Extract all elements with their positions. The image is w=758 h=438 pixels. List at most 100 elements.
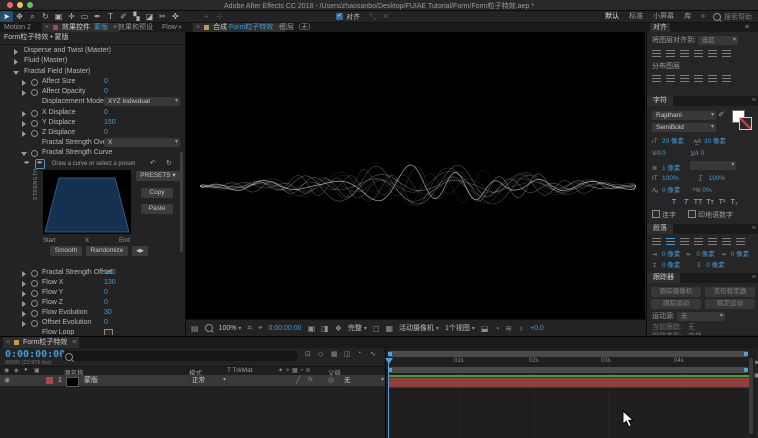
flip-button[interactable]: ◀▶ (132, 246, 148, 256)
property-value[interactable]: 150 (104, 118, 116, 128)
show-snapshot-icon[interactable]: ◨ (321, 324, 329, 333)
align-bottom-icon[interactable] (722, 49, 731, 57)
align-right-icon[interactable] (680, 49, 689, 57)
distribute-right-icon[interactable] (722, 74, 731, 82)
view-layout-dropdown[interactable]: 1个视图 ▾ (445, 323, 475, 333)
property-value[interactable]: 0 (104, 108, 108, 118)
stroke-width-value[interactable]: 1 像素 (662, 165, 680, 172)
tsume-value[interactable]: 0% (702, 187, 711, 194)
brush-tool-icon[interactable]: ✐ (117, 11, 130, 22)
displacement-mode-dropdown[interactable]: XYZ Individual ▾ (104, 97, 180, 106)
small-caps-button[interactable]: Tᴛ (704, 198, 716, 208)
layer-duration-bar[interactable] (388, 377, 749, 388)
mask-visibility-icon[interactable]: ⌖ (258, 323, 263, 333)
close-tab-icon[interactable]: × (6, 339, 10, 346)
effect-group-row[interactable]: Fractal Field (Master) (0, 67, 185, 77)
draft-3d-icon[interactable]: ◇ (318, 350, 323, 358)
twirl-open-icon[interactable] (21, 152, 27, 156)
twirl-icon[interactable] (22, 111, 26, 117)
stopwatch-icon[interactable] (31, 120, 38, 127)
comp-mini-flowchart-icon[interactable]: ⊡ (305, 350, 311, 358)
pen-icon[interactable]: ✒ (24, 159, 30, 169)
space-before-value[interactable]: 0 像素 (662, 262, 680, 269)
align-to-dropdown[interactable]: 选区 ▾ (697, 36, 738, 45)
tracking-value[interactable]: 0 (701, 150, 705, 157)
fractal-strength-curve-graph[interactable] (43, 170, 131, 234)
property-value[interactable]: 0 (104, 298, 108, 308)
leading-value[interactable]: 30 像素 (704, 138, 726, 145)
layer-label-color[interactable] (46, 377, 53, 384)
layer-parent-dropdown[interactable]: 无 ▾ (340, 376, 386, 385)
stopwatch-icon[interactable] (31, 310, 38, 317)
horizontal-scale-value[interactable]: 100% (709, 175, 726, 182)
align-left-icon[interactable] (652, 49, 661, 57)
workspace-overflow[interactable]: » (696, 11, 710, 22)
twirl-icon[interactable] (14, 59, 18, 65)
pixel-aspect-icon[interactable]: ⬓ (481, 324, 489, 333)
roto-brush-tool-icon[interactable]: ✂ (156, 11, 169, 22)
choose-grid-icon[interactable]: ⌗ (247, 323, 252, 333)
track-motion-button[interactable]: 跟踪运动 (651, 299, 701, 309)
twirl-icon[interactable] (22, 321, 26, 327)
comp-marker-bin-icon[interactable]: ⚑ (754, 360, 758, 367)
layer-quality-switch-icon[interactable]: ╱ (296, 375, 300, 386)
viewer-timecode[interactable]: 0:00:00:00 (268, 325, 301, 332)
fast-previews-icon[interactable]: ◔ (494, 324, 499, 333)
all-caps-button[interactable]: TT (692, 198, 704, 208)
justify-last-center-icon[interactable] (708, 237, 717, 245)
align-top-icon[interactable] (694, 49, 703, 57)
align-panel-menu-icon[interactable]: ≡ (745, 23, 749, 32)
paragraph-panel-tab[interactable]: 段落 ≡ (647, 224, 758, 234)
motion-blur-icon[interactable]: ◔ (357, 350, 361, 357)
search-help-input[interactable]: 搜索帮助 (724, 12, 752, 22)
twirl-icon[interactable] (14, 49, 18, 55)
navigator-start-handle[interactable] (388, 352, 392, 356)
workspace-tab-small-screen[interactable]: 小屏幕 (648, 11, 679, 22)
snap-option2-icon[interactable]: ✕ (379, 11, 392, 22)
trkmat-header[interactable]: T TrkMat (227, 367, 253, 374)
align-text-left-icon[interactable] (652, 237, 661, 245)
search-icon[interactable] (713, 12, 721, 21)
twirl-icon[interactable] (22, 291, 26, 297)
hand-tool-icon[interactable]: ✥ (13, 11, 26, 22)
faux-bold-button[interactable]: T (668, 198, 680, 208)
pan-behind-tool-icon[interactable]: ✛ (65, 11, 78, 22)
workspace-tab-libraries[interactable]: 库 (679, 11, 696, 22)
effect-group-row[interactable]: Disperse and Twist (Master) (0, 46, 185, 56)
panel-menu-icon[interactable]: ≡ (752, 96, 756, 106)
current-time-display[interactable]: 0:00:00:00 (5, 349, 65, 360)
smooth-button[interactable]: Smooth (50, 246, 82, 256)
effect-group-row[interactable]: Fluid (Master) (0, 56, 185, 66)
twirl-icon[interactable] (22, 281, 26, 287)
property-value[interactable]: 30 (104, 308, 112, 318)
indent-first-value[interactable]: 0 像素 (696, 251, 714, 258)
font-size-value[interactable]: 20 像素 (662, 138, 684, 145)
reset-icon[interactable]: ↻ (166, 159, 172, 169)
tab-composition[interactable]: × 合成 Form粒子特效 ≡ (193, 23, 286, 32)
align-center-v-icon[interactable] (708, 49, 717, 57)
justify-last-right-icon[interactable] (722, 237, 731, 245)
transparency-grid-icon[interactable]: ▦ (385, 324, 393, 333)
magnification-dropdown[interactable]: 100% ▾ (219, 325, 242, 332)
font-family-dropdown[interactable]: Rajdhani ▾ (652, 111, 716, 120)
tab-overflow[interactable]: » (178, 23, 182, 32)
indent-left-value[interactable]: 0 像素 (662, 251, 680, 258)
snap-toggle[interactable]: ✓ 对齐 (336, 12, 360, 22)
layer-visibility-eye-icon[interactable]: ◉ (4, 375, 10, 386)
stopwatch-icon[interactable] (31, 79, 38, 86)
timeline-comp-tab[interactable]: × Form粒子特效 ≡ (3, 337, 80, 348)
timeline-icon[interactable]: ≋ (505, 324, 512, 333)
space-after-value[interactable]: 0 像素 (706, 262, 724, 269)
time-navigator-bar[interactable] (388, 351, 748, 357)
stopwatch-icon[interactable] (31, 280, 38, 287)
pen-tool-icon[interactable]: ✒ (91, 11, 104, 22)
resolution-dropdown[interactable]: 完整 ▾ (348, 323, 367, 333)
fractal-strength-over-dropdown[interactable]: X ▾ (104, 138, 180, 147)
distribute-h-center-icon[interactable] (708, 74, 717, 82)
close-tab-icon[interactable]: × (196, 24, 200, 31)
character-panel-tab[interactable]: 字符 ≡ (647, 96, 758, 106)
property-value[interactable]: 0 (104, 87, 108, 97)
eraser-tool-icon[interactable]: ◪ (143, 11, 156, 22)
stopwatch-icon[interactable] (31, 270, 38, 277)
work-area-end-handle[interactable] (744, 368, 748, 372)
